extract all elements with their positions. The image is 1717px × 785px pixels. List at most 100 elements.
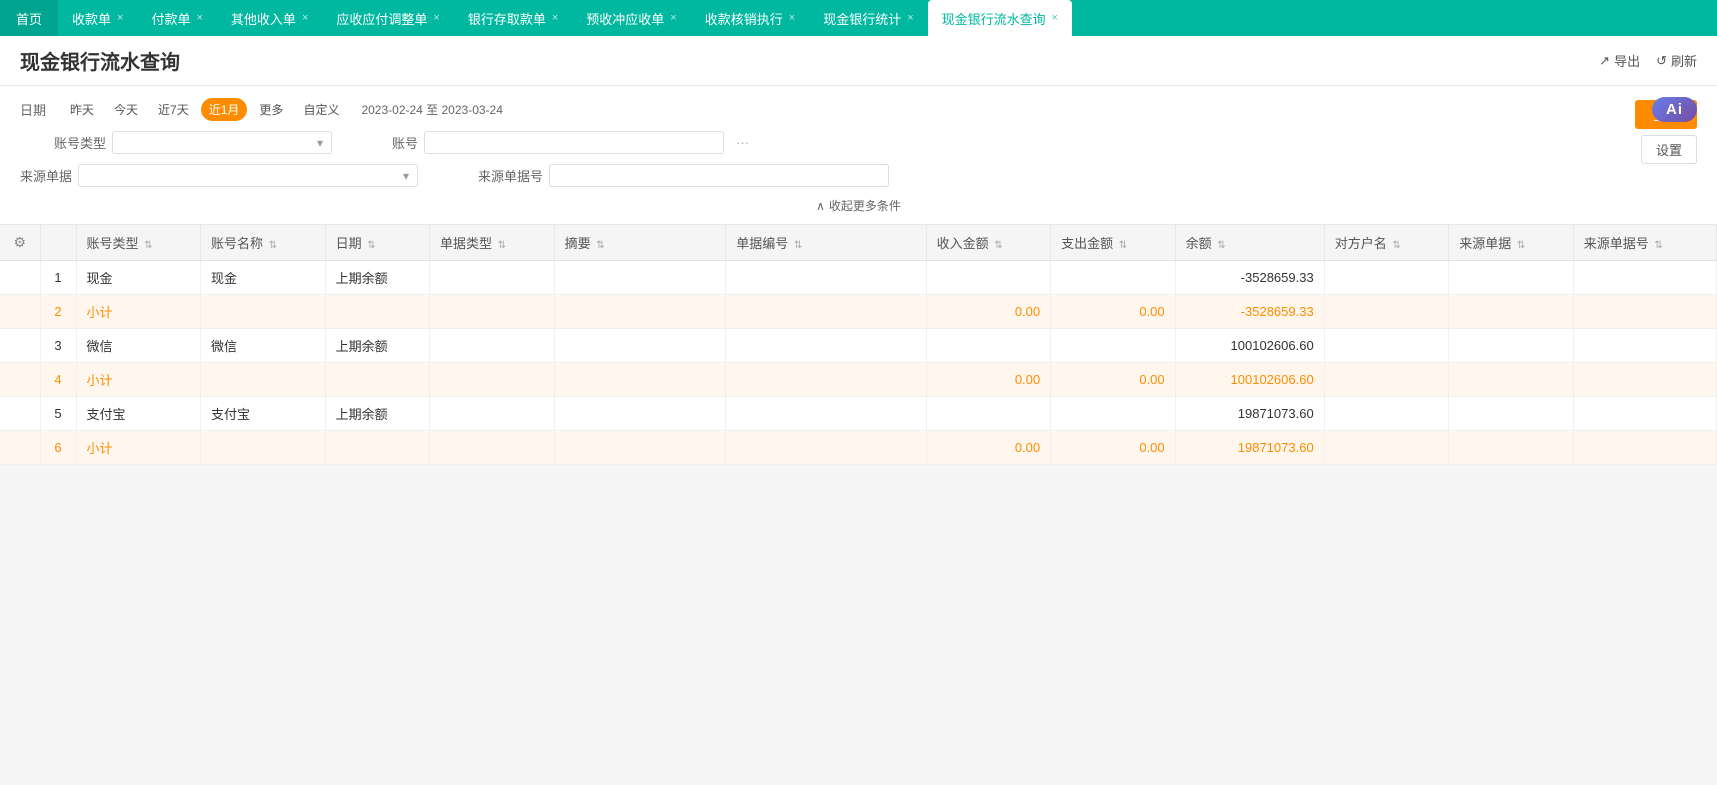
nav-item-yinhangcunqu[interactable]: 银行存取款单 × <box>454 0 572 36</box>
table-cell <box>430 363 555 397</box>
sort-arrows-icon: ⇅ <box>367 240 375 251</box>
table-row[interactable]: 5支付宝支付宝上期余额19871073.60 <box>0 397 1717 431</box>
nav-item-xianjintongji[interactable]: 现金银行统计 × <box>809 0 927 36</box>
th-gear[interactable]: ⚙ <box>0 225 40 261</box>
export-button[interactable]: ↗ 导出 <box>1599 51 1640 70</box>
nav-home[interactable]: 首页 <box>0 0 58 36</box>
table-row[interactable]: 1现金现金上期余额-3528659.33 <box>0 261 1717 295</box>
date-btn-custom[interactable]: 自定义 <box>295 98 347 121</box>
nav-item-fukudan[interactable]: 付款单 × <box>137 0 216 36</box>
table-cell <box>726 363 926 397</box>
th-doc-no[interactable]: 单据编号 ⇅ <box>726 225 926 261</box>
account-type-filter: 账号类型 <box>20 131 332 154</box>
date-btn-yesterday[interactable]: 昨天 <box>62 98 102 121</box>
close-icon[interactable]: × <box>670 12 676 24</box>
th-summary[interactable]: 摘要 ⇅ <box>554 225 726 261</box>
settings-button[interactable]: 设置 <box>1641 135 1697 164</box>
th-income[interactable]: 收入金额 ⇅ <box>926 225 1051 261</box>
date-btn-more[interactable]: 更多 <box>251 98 291 121</box>
table-cell <box>201 431 326 465</box>
th-account-name[interactable]: 账号名称 ⇅ <box>201 225 326 261</box>
nav-item-liushui[interactable]: 现金银行流水查询 × <box>928 0 1072 36</box>
table-row[interactable]: 6小计0.000.0019871073.60 <box>0 431 1717 465</box>
table-cell: 1 <box>40 261 76 295</box>
th-source-doc[interactable]: 来源单据 ⇅ <box>1449 225 1574 261</box>
table-cell <box>201 363 326 397</box>
close-icon[interactable]: × <box>196 12 202 24</box>
account-type-label: 账号类型 <box>54 133 106 152</box>
close-icon[interactable]: × <box>1052 12 1058 24</box>
table-cell <box>0 295 40 329</box>
sort-arrows-icon: ⇅ <box>1392 240 1400 251</box>
table-cell <box>554 397 726 431</box>
table-cell <box>1324 329 1449 363</box>
close-icon[interactable]: × <box>302 12 308 24</box>
table-cell <box>1573 363 1716 397</box>
date-btn-today[interactable]: 今天 <box>106 98 146 121</box>
account-type-select[interactable] <box>112 131 332 154</box>
table-cell <box>1449 397 1574 431</box>
date-btn-7days[interactable]: 近7天 <box>150 98 197 121</box>
close-icon[interactable]: × <box>789 12 795 24</box>
date-filter-row: 日期 昨天 今天 近7天 近1月 更多 自定义 2023-02-24 至 202… <box>20 98 1635 121</box>
date-btn-1month[interactable]: 近1月 <box>201 98 248 121</box>
table-cell: 微信 <box>201 329 326 363</box>
close-icon[interactable]: × <box>907 12 913 24</box>
close-icon[interactable]: × <box>433 12 439 24</box>
th-source-doc-no[interactable]: 来源单据号 ⇅ <box>1573 225 1716 261</box>
table-row[interactable]: 3微信微信上期余额100102606.60 <box>0 329 1717 363</box>
table-cell <box>1324 397 1449 431</box>
table-cell: 现金 <box>76 261 201 295</box>
ai-badge[interactable]: Ai <box>1652 97 1697 122</box>
sort-arrows-icon: ⇅ <box>1654 240 1662 251</box>
table-cell: 支付宝 <box>201 397 326 431</box>
table-row[interactable]: 2小计0.000.00-3528659.33 <box>0 295 1717 329</box>
table-row[interactable]: 4小计0.000.00100102606.60 <box>0 363 1717 397</box>
nav-item-shoukuanzhixing[interactable]: 收款核销执行 × <box>691 0 809 36</box>
table-cell: 现金 <box>201 261 326 295</box>
nav-item-yingshoutiaozheng[interactable]: 应收应付调整单 × <box>322 0 453 36</box>
nav-item-shoudan[interactable]: 收款单 × <box>58 0 137 36</box>
th-doc-type[interactable]: 单据类型 ⇅ <box>430 225 555 261</box>
more-options-icon[interactable]: ··· <box>730 132 755 153</box>
source-doc-no-input[interactable] <box>549 164 889 187</box>
table-cell: 上期余额 <box>325 397 429 431</box>
account-filter: 账号 ··· <box>392 131 755 154</box>
source-doc-no-filter: 来源单据号 <box>478 164 889 187</box>
table-cell <box>926 261 1051 295</box>
table-cell <box>325 431 429 465</box>
source-doc-filter: 来源单据 <box>20 164 418 187</box>
table-cell <box>0 329 40 363</box>
table-cell: 19871073.60 <box>1175 397 1324 431</box>
source-doc-label: 来源单据 <box>20 166 72 185</box>
th-account-type[interactable]: 账号类型 ⇅ <box>76 225 201 261</box>
table-cell <box>430 431 555 465</box>
nav-item-label: 付款单 <box>151 9 190 28</box>
table-cell <box>430 397 555 431</box>
collapse-bar[interactable]: ∧ 收起更多条件 <box>20 193 1697 216</box>
nav-item-yushoudan[interactable]: 预收冲应收单 × <box>572 0 690 36</box>
nav-item-qitashourudan[interactable]: 其他收入单 × <box>217 0 322 36</box>
gear-icon[interactable]: ⚙ <box>13 234 26 250</box>
th-expense[interactable]: 支出金额 ⇅ <box>1051 225 1176 261</box>
th-date[interactable]: 日期 ⇅ <box>325 225 429 261</box>
source-doc-select[interactable] <box>78 164 418 187</box>
table-cell: -3528659.33 <box>1175 261 1324 295</box>
filter-area: 日期 昨天 今天 近7天 近1月 更多 自定义 2023-02-24 至 202… <box>0 86 1717 225</box>
export-label: 导出 <box>1614 51 1640 70</box>
close-icon[interactable]: × <box>552 12 558 24</box>
close-icon[interactable]: × <box>117 12 123 24</box>
table-cell: 0.00 <box>926 431 1051 465</box>
table-cell <box>1051 329 1176 363</box>
table-cell: 3 <box>40 329 76 363</box>
table-cell: -3528659.33 <box>1175 295 1324 329</box>
table-cell <box>0 261 40 295</box>
account-input[interactable] <box>424 131 724 154</box>
th-counterpart[interactable]: 对方户名 ⇅ <box>1324 225 1449 261</box>
collapse-label: 收起更多条件 <box>829 197 901 214</box>
th-balance[interactable]: 余额 ⇅ <box>1175 225 1324 261</box>
source-doc-no-label: 来源单据号 <box>478 166 543 185</box>
refresh-button[interactable]: ↺ 刷新 <box>1656 51 1697 70</box>
table-cell <box>1449 329 1574 363</box>
nav-item-label: 收款单 <box>72 9 111 28</box>
